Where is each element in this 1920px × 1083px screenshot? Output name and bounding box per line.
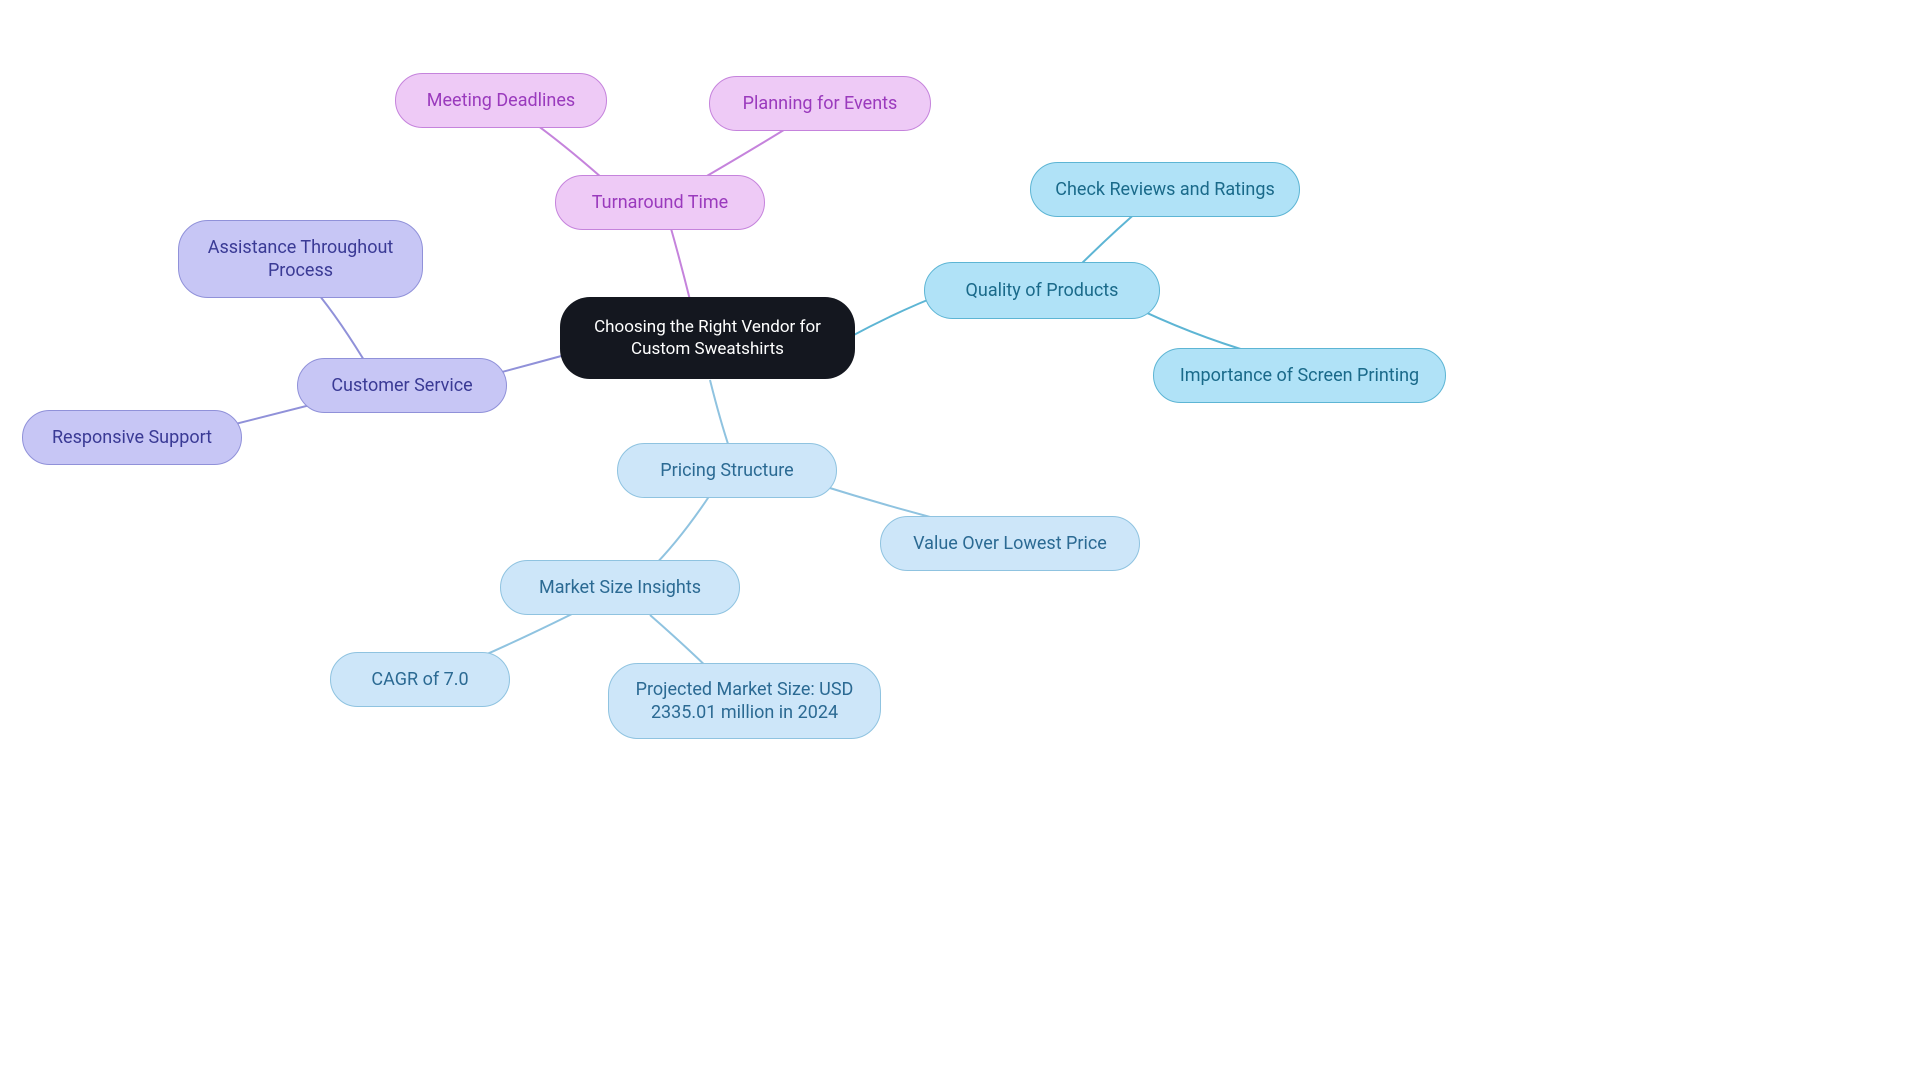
node-responsive[interactable]: Responsive Support	[22, 410, 242, 465]
assistance-label: Assistance Throughout Process	[203, 236, 398, 283]
node-deadlines[interactable]: Meeting Deadlines	[395, 73, 607, 128]
reviews-label: Check Reviews and Ratings	[1055, 178, 1274, 201]
pricing-label: Pricing Structure	[660, 459, 793, 482]
deadlines-label: Meeting Deadlines	[427, 89, 575, 112]
node-market-insights[interactable]: Market Size Insights	[500, 560, 740, 615]
node-reviews[interactable]: Check Reviews and Ratings	[1030, 162, 1300, 217]
center-label: Choosing the Right Vendor for Custom Swe…	[584, 316, 831, 360]
market-insights-label: Market Size Insights	[539, 576, 701, 599]
planning-label: Planning for Events	[743, 92, 898, 115]
value-label: Value Over Lowest Price	[913, 532, 1107, 555]
quality-label: Quality of Products	[966, 279, 1119, 302]
screen-printing-label: Importance of Screen Printing	[1180, 364, 1419, 387]
node-projected[interactable]: Projected Market Size: USD 2335.01 milli…	[608, 663, 881, 739]
center-node[interactable]: Choosing the Right Vendor for Custom Swe…	[560, 297, 855, 379]
node-turnaround[interactable]: Turnaround Time	[555, 175, 765, 230]
node-pricing[interactable]: Pricing Structure	[617, 443, 837, 498]
cagr-label: CAGR of 7.0	[371, 668, 468, 691]
turnaround-label: Turnaround Time	[592, 191, 728, 214]
node-value[interactable]: Value Over Lowest Price	[880, 516, 1140, 571]
node-customer-service[interactable]: Customer Service	[297, 358, 507, 413]
node-screen-printing[interactable]: Importance of Screen Printing	[1153, 348, 1446, 403]
node-quality[interactable]: Quality of Products	[924, 262, 1160, 319]
node-planning[interactable]: Planning for Events	[709, 76, 931, 131]
customer-service-label: Customer Service	[331, 374, 472, 397]
node-cagr[interactable]: CAGR of 7.0	[330, 652, 510, 707]
node-assistance[interactable]: Assistance Throughout Process	[178, 220, 423, 298]
projected-label: Projected Market Size: USD 2335.01 milli…	[633, 678, 856, 725]
responsive-label: Responsive Support	[52, 426, 212, 449]
